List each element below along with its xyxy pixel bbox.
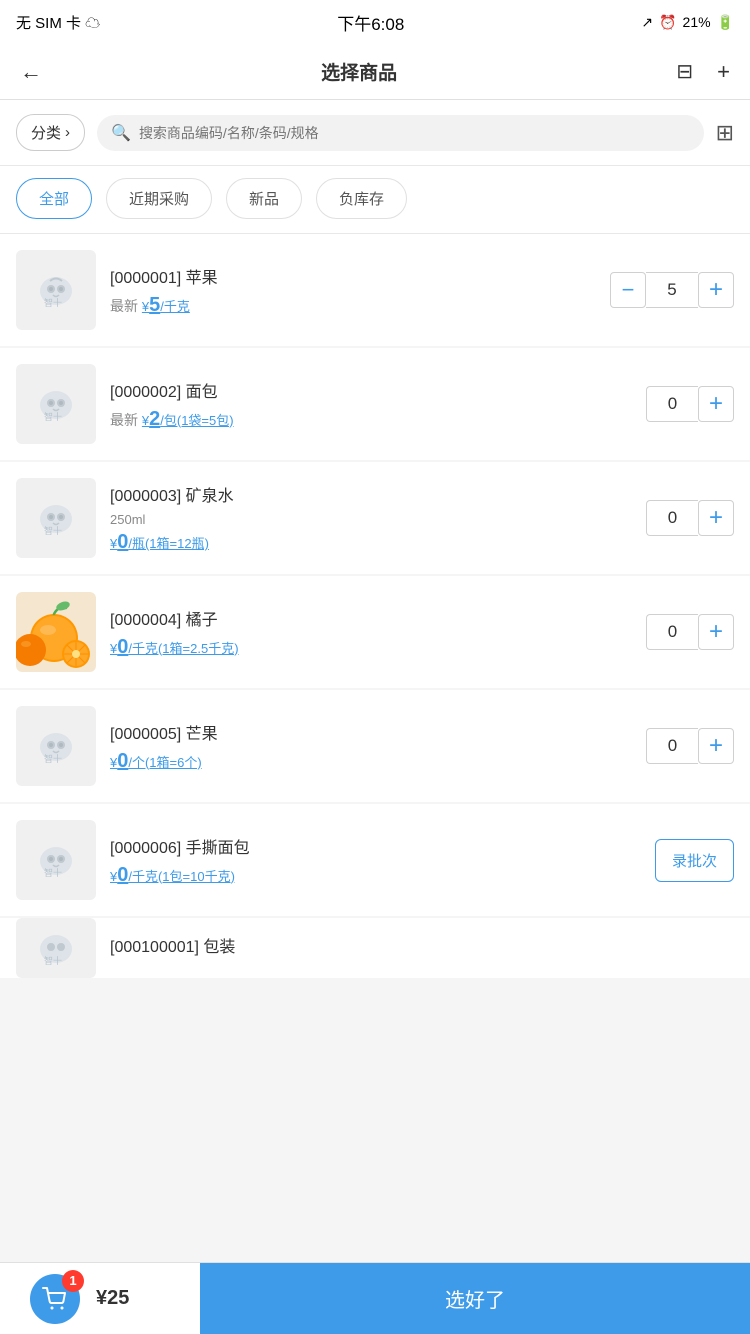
quantity-control-3: + (646, 500, 734, 536)
table-row: 智十 [0000003] 矿泉水 250ml ¥0/瓶(1箱=12瓶) + (0, 462, 750, 574)
product-price-2: 最新 ¥2/包(1袋=5包) (110, 408, 632, 431)
add-icon[interactable]: + (717, 59, 730, 85)
product-image-6: 智十 (16, 820, 96, 900)
table-row: 智十 [0000002] 面包 最新 ¥2/包(1袋=5包) + (0, 348, 750, 460)
increase-button-4[interactable]: + (698, 614, 734, 650)
increase-button-3[interactable]: + (698, 500, 734, 536)
cart-section: 1 ¥25 (0, 1274, 200, 1324)
product-image-3: 智十 (16, 478, 96, 558)
product-name-5: [0000005] 芒果 (110, 720, 632, 744)
table-row: 智十 [0000006] 手撕面包 ¥0/千克(1包=10千克) 录批次 (0, 804, 750, 916)
cart-button[interactable]: 1 (30, 1274, 80, 1324)
tab-all[interactable]: 全部 (16, 178, 92, 219)
product-price-3: ¥0/瓶(1箱=12瓶) (110, 531, 632, 554)
product-info-6: [0000006] 手撕面包 ¥0/千克(1包=10千克) (110, 834, 641, 887)
increase-button-2[interactable]: + (698, 386, 734, 422)
product-info-3: [0000003] 矿泉水 250ml ¥0/瓶(1箱=12瓶) (110, 482, 632, 554)
cart-badge: 1 (62, 1270, 84, 1292)
product-name-4: [0000004] 橘子 (110, 606, 632, 630)
status-left: 无 SIM 卡 ☁ (16, 12, 100, 33)
filter-icon[interactable]: ⊟ (676, 59, 693, 84)
product-info-4: [0000004] 橘子 ¥0/千克(1箱=2.5千克) (110, 606, 632, 659)
quantity-input-3[interactable] (646, 500, 698, 536)
bottom-bar: 1 ¥25 选好了 (0, 1262, 750, 1334)
quantity-control-5: + (646, 728, 734, 764)
svg-text:智十: 智十 (44, 955, 62, 966)
table-row: 智十 [0000001] 苹果 最新 ¥5/千克 − + (0, 234, 750, 346)
table-row: [0000004] 橘子 ¥0/千克(1箱=2.5千克) + (0, 576, 750, 688)
quantity-control-1: − + (610, 272, 734, 308)
alarm-icon: ⏰ (659, 14, 676, 31)
category-label: 分类 (31, 122, 61, 143)
product-info-1: [0000001] 苹果 最新 ¥5/千克 (110, 264, 596, 317)
tab-recent[interactable]: 近期采购 (106, 178, 212, 219)
nav-right-actions: ⊟ + (676, 59, 730, 85)
svg-text:智十: 智十 (44, 411, 62, 422)
product-list: 智十 [0000001] 苹果 最新 ¥5/千克 − + (0, 234, 750, 1052)
location-icon: ↗ (641, 14, 653, 31)
confirm-button[interactable]: 选好了 (200, 1263, 750, 1334)
product-image-7: 智十 (16, 918, 96, 978)
back-button[interactable]: ← (20, 59, 42, 85)
product-price-6: ¥0/千克(1包=10千克) (110, 864, 641, 887)
svg-text:智十: 智十 (44, 753, 62, 764)
product-info-5: [0000005] 芒果 ¥0/个(1箱=6个) (110, 720, 632, 773)
decrease-button-1[interactable]: − (610, 272, 646, 308)
product-image-5: 智十 (16, 706, 96, 786)
cart-total: ¥25 (96, 1287, 129, 1310)
nav-bar: ← 选择商品 ⊟ + (0, 44, 750, 100)
product-price-1: 最新 ¥5/千克 (110, 294, 596, 317)
page-title: 选择商品 (321, 58, 397, 85)
quantity-input-2[interactable] (646, 386, 698, 422)
status-time: 下午6:08 (337, 10, 404, 35)
product-name-3: [0000003] 矿泉水 (110, 482, 632, 506)
tab-negative-stock[interactable]: 负库存 (316, 178, 407, 219)
batch-button-6[interactable]: 录批次 (655, 839, 734, 882)
category-button[interactable]: 分类 › (16, 114, 85, 151)
increase-button-1[interactable]: + (698, 272, 734, 308)
product-image-1: 智十 (16, 250, 96, 330)
search-box: 🔍 (97, 115, 704, 151)
quantity-control-2: + (646, 386, 734, 422)
battery-icon: 🔋 (717, 14, 734, 31)
table-row: 智十 [0000005] 芒果 ¥0/个(1箱=6个) + (0, 690, 750, 802)
filter-row: 分类 › 🔍 ⊞ (0, 100, 750, 166)
product-price-4: ¥0/千克(1箱=2.5千克) (110, 636, 632, 659)
quantity-input-1[interactable] (646, 272, 698, 308)
quantity-input-5[interactable] (646, 728, 698, 764)
product-image-2: 智十 (16, 364, 96, 444)
product-name-7: [000100001] 包装 (110, 933, 734, 957)
product-name-6: [0000006] 手撕面包 (110, 834, 641, 858)
svg-text:智十: 智十 (44, 297, 62, 308)
table-row: 智十 [000100001] 包装 (0, 918, 750, 978)
product-price-5: ¥0/个(1箱=6个) (110, 750, 632, 773)
battery-text: 21% (683, 14, 711, 30)
search-input[interactable] (139, 125, 690, 141)
increase-button-5[interactable]: + (698, 728, 734, 764)
quantity-input-4[interactable] (646, 614, 698, 650)
svg-text:智十: 智十 (44, 525, 62, 536)
product-info-2: [0000002] 面包 最新 ¥2/包(1袋=5包) (110, 378, 632, 431)
scan-icon[interactable]: ⊞ (716, 120, 734, 146)
search-icon: 🔍 (111, 123, 131, 143)
product-name-2: [0000002] 面包 (110, 378, 632, 402)
quantity-control-4: + (646, 614, 734, 650)
product-name-1: [0000001] 苹果 (110, 264, 596, 288)
signal-text: 无 SIM 卡 ☁ (16, 12, 100, 33)
product-spec-3: 250ml (110, 512, 632, 527)
status-right: ↗ ⏰ 21% 🔋 (641, 14, 734, 31)
svg-text:智十: 智十 (44, 867, 62, 878)
status-bar: 无 SIM 卡 ☁ 下午6:08 ↗ ⏰ 21% 🔋 (0, 0, 750, 44)
product-image-4 (16, 592, 96, 672)
chevron-right-icon: › (65, 124, 70, 141)
tab-row: 全部 近期采购 新品 负库存 (0, 166, 750, 234)
product-info-7: [000100001] 包装 (110, 933, 734, 963)
tab-new[interactable]: 新品 (226, 178, 302, 219)
